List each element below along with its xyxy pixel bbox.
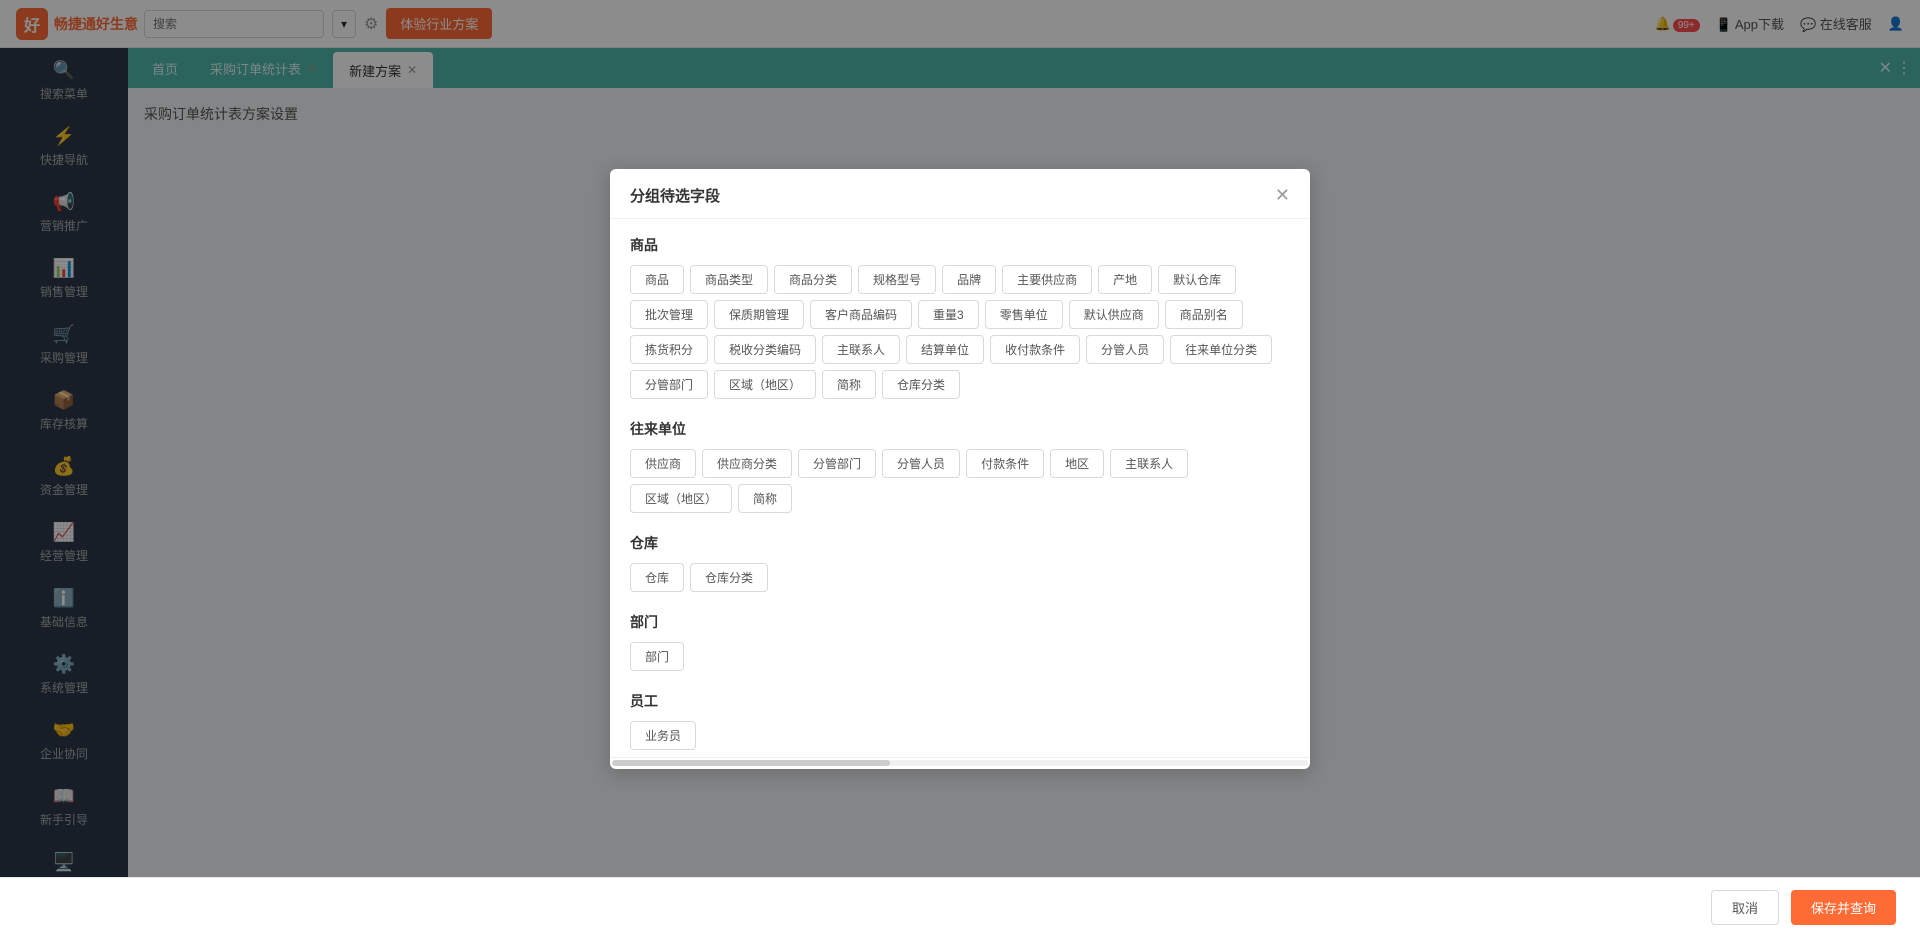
modal-title: 分组待选字段 [630,185,720,206]
field-tag[interactable]: 部门 [630,642,684,671]
confirm-button[interactable]: 保存并查询 [1791,890,1896,925]
modal-header: 分组待选字段 ✕ [610,169,1310,219]
field-tag[interactable]: 简称 [822,370,876,399]
field-tag[interactable]: 规格型号 [858,265,936,294]
hscroll-thumb [612,760,890,766]
field-tag[interactable]: 仓库分类 [690,563,768,592]
field-tag[interactable]: 供应商分类 [702,449,792,478]
field-section-仓库: 仓库仓库仓库分类 [630,533,1290,592]
field-tag[interactable]: 客户商品编码 [810,300,912,329]
field-section-员工: 员工业务员 [630,691,1290,750]
field-tag[interactable]: 重量3 [918,300,979,329]
field-tag[interactable]: 商品 [630,265,684,294]
field-tags: 业务员 [630,721,1290,750]
field-tag[interactable]: 商品别名 [1165,300,1243,329]
section-title: 往来单位 [630,419,1290,439]
modal-overlay: 分组待选字段 ✕ 商品商品商品类型商品分类规格型号品牌主要供应商产地默认仓库批次… [0,0,1920,937]
hscroll-track [612,760,1308,766]
modal-footer: 取消 保存并查询 [0,877,1920,937]
field-tag[interactable]: 分管部门 [630,370,708,399]
field-tag[interactable]: 区域（地区） [714,370,816,399]
modal-hscroll[interactable] [610,757,1310,769]
field-tag[interactable]: 产地 [1098,265,1152,294]
field-tag[interactable]: 主联系人 [822,335,900,364]
field-tag[interactable]: 业务员 [630,721,696,750]
field-tag[interactable]: 仓库分类 [882,370,960,399]
field-tag[interactable]: 保质期管理 [714,300,804,329]
field-tag[interactable]: 默认供应商 [1069,300,1159,329]
field-tag[interactable]: 批次管理 [630,300,708,329]
field-tag[interactable]: 拣货积分 [630,335,708,364]
field-tags: 仓库仓库分类 [630,563,1290,592]
field-tag[interactable]: 商品分类 [774,265,852,294]
field-tag[interactable]: 简称 [738,484,792,513]
field-tag[interactable]: 供应商 [630,449,696,478]
modal-body: 商品商品商品类型商品分类规格型号品牌主要供应商产地默认仓库批次管理保质期管理客户… [610,219,1310,757]
field-tag[interactable]: 商品类型 [690,265,768,294]
field-tag[interactable]: 分管人员 [882,449,960,478]
field-tag[interactable]: 区域（地区） [630,484,732,513]
field-tag[interactable]: 付款条件 [966,449,1044,478]
field-section-往来单位: 往来单位供应商供应商分类分管部门分管人员付款条件地区主联系人区域（地区）简称 [630,419,1290,513]
section-title: 商品 [630,235,1290,255]
field-section-部门: 部门部门 [630,612,1290,671]
field-section-商品: 商品商品商品类型商品分类规格型号品牌主要供应商产地默认仓库批次管理保质期管理客户… [630,235,1290,399]
field-tag[interactable]: 默认仓库 [1158,265,1236,294]
field-tag[interactable]: 收付款条件 [990,335,1080,364]
field-tag[interactable]: 主联系人 [1110,449,1188,478]
field-tag[interactable]: 往来单位分类 [1170,335,1272,364]
section-title: 员工 [630,691,1290,711]
field-tag[interactable]: 分管部门 [798,449,876,478]
field-tag[interactable]: 结算单位 [906,335,984,364]
section-title: 部门 [630,612,1290,632]
field-tag[interactable]: 品牌 [942,265,996,294]
field-tags: 部门 [630,642,1290,671]
field-tag[interactable]: 仓库 [630,563,684,592]
field-tag[interactable]: 税收分类编码 [714,335,816,364]
cancel-button[interactable]: 取消 [1711,890,1779,925]
section-title: 仓库 [630,533,1290,553]
field-tags: 供应商供应商分类分管部门分管人员付款条件地区主联系人区域（地区）简称 [630,449,1290,513]
field-tag[interactable]: 分管人员 [1086,335,1164,364]
field-tags: 商品商品类型商品分类规格型号品牌主要供应商产地默认仓库批次管理保质期管理客户商品… [630,265,1290,399]
modal: 分组待选字段 ✕ 商品商品商品类型商品分类规格型号品牌主要供应商产地默认仓库批次… [610,169,1310,769]
modal-close-icon[interactable]: ✕ [1275,185,1290,206]
field-tag[interactable]: 主要供应商 [1002,265,1092,294]
field-tag[interactable]: 零售单位 [985,300,1063,329]
field-tag[interactable]: 地区 [1050,449,1104,478]
